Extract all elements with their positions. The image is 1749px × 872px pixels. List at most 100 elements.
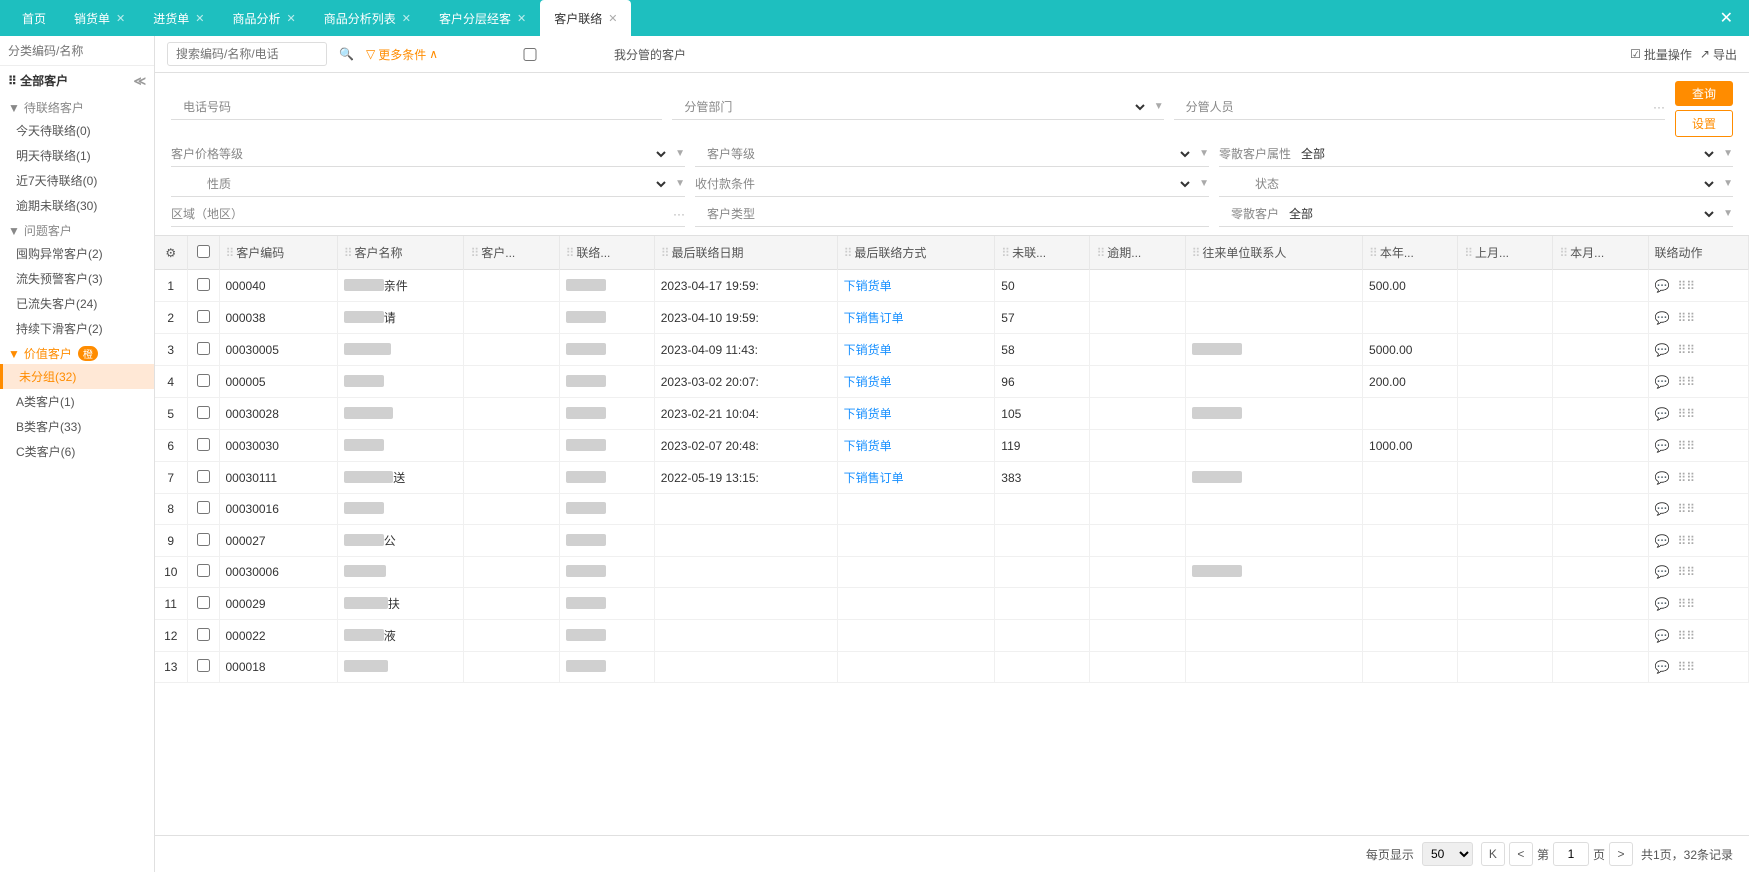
tab-purchase-close[interactable]: ✕ (195, 12, 204, 25)
row-checkbox[interactable] (187, 430, 219, 462)
message-icon[interactable]: 💬 (1655, 565, 1670, 579)
filter-dept-select[interactable] (738, 99, 1147, 115)
sidebar-item-declining[interactable]: 持续下滑客户(2) (0, 316, 154, 341)
message-icon[interactable]: 💬 (1655, 439, 1670, 453)
contact-type-link[interactable]: 下销货单 (844, 343, 892, 357)
more-icon[interactable]: ⠿⠿ (1677, 565, 1695, 579)
row-actions[interactable]: 💬 ⠿⠿ (1648, 525, 1748, 557)
tab-goods-analysis-close[interactable]: ✕ (287, 12, 296, 25)
row-actions[interactable]: 💬 ⠿⠿ (1648, 302, 1748, 334)
batch-action-btn[interactable]: ☑ 批量操作 (1630, 46, 1692, 63)
sidebar-item-ungroup[interactable]: 未分组(32) (0, 364, 154, 389)
query-button[interactable]: 查询 (1675, 81, 1733, 106)
row-checkbox[interactable] (187, 302, 219, 334)
row-actions[interactable]: 💬 ⠿⠿ (1648, 270, 1748, 302)
row-actions[interactable]: 💬 ⠿⠿ (1648, 462, 1748, 494)
filter-status-select[interactable] (1285, 176, 1717, 192)
sidebar-item-churned[interactable]: 已流失客户(24) (0, 291, 154, 316)
message-icon[interactable]: 💬 (1655, 597, 1670, 611)
close-window-btn[interactable]: ✕ (1712, 8, 1741, 28)
pending-contact-group[interactable]: ▼ 待联络客户 (0, 95, 154, 118)
contact-type-link[interactable]: 下销货单 (844, 407, 892, 421)
more-icon[interactable]: ⠿⠿ (1677, 439, 1695, 453)
col-resize-icon-ty[interactable]: ⠿ (1369, 246, 1378, 260)
col-resize-icon-tm[interactable]: ⠿ (1559, 246, 1568, 260)
row-checkbox[interactable] (187, 398, 219, 430)
contact-type-link[interactable]: 下销售订单 (844, 471, 904, 485)
page-btn-next[interactable]: > (1609, 842, 1633, 866)
row-checkbox[interactable] (187, 462, 219, 494)
contact-type-link[interactable]: 下销货单 (844, 439, 892, 453)
value-customers-group[interactable]: ▼ 价值客户 橙 (0, 341, 154, 364)
filter-nature-select[interactable] (237, 176, 669, 192)
tab-purchase[interactable]: 进货单 ✕ (139, 0, 218, 36)
search-icon[interactable]: 🔍 (339, 47, 354, 61)
more-icon[interactable]: ⠿⠿ (1677, 407, 1695, 421)
more-icon[interactable]: ⠿⠿ (1677, 471, 1695, 485)
tab-customer-segment[interactable]: 客户分层经客 ✕ (425, 0, 540, 36)
tab-customer-segment-close[interactable]: ✕ (517, 12, 526, 25)
filter-customer-type-input[interactable] (761, 207, 1209, 221)
col-resize-icon[interactable]: ⠿ (226, 246, 235, 260)
per-page-select[interactable]: 50 100 (1422, 842, 1473, 866)
more-filter-btn[interactable]: ▽ 更多条件 ∧ (366, 46, 438, 63)
sidebar-item-class-c[interactable]: C类客户(6) (0, 439, 154, 464)
reset-button[interactable]: 设置 (1675, 110, 1733, 137)
row-actions[interactable]: 💬 ⠿⠿ (1648, 366, 1748, 398)
more-icon[interactable]: ⠿⠿ (1677, 311, 1695, 325)
more-icon[interactable]: ⠿⠿ (1677, 597, 1695, 611)
collapse-icon[interactable]: ≪ (133, 74, 146, 88)
my-customers-checkbox[interactable] (450, 48, 610, 61)
message-icon[interactable]: 💬 (1655, 279, 1670, 293)
row-actions[interactable]: 💬 ⠿⠿ (1648, 588, 1748, 620)
row-checkbox[interactable] (187, 620, 219, 652)
row-checkbox[interactable] (187, 525, 219, 557)
sidebar-item-class-b[interactable]: B类客户(33) (0, 414, 154, 439)
row-checkbox[interactable] (187, 652, 219, 683)
more-icon[interactable]: ⠿⠿ (1677, 629, 1695, 643)
more-icon[interactable]: ⠿⠿ (1677, 375, 1695, 389)
message-icon[interactable]: 💬 (1655, 311, 1670, 325)
tab-sales[interactable]: 销货单 ✕ (60, 0, 139, 36)
contact-type-link[interactable]: 下销售订单 (844, 311, 904, 325)
sidebar-item-churn-warning[interactable]: 流失预警客户(3) (0, 266, 154, 291)
all-customers-header[interactable]: ⠿ 全部客户 ≪ (0, 66, 154, 95)
col-checkbox[interactable] (187, 236, 219, 270)
row-actions[interactable]: 💬 ⠿⠿ (1648, 620, 1748, 652)
col-resize-icon-type2[interactable]: ⠿ (844, 246, 853, 260)
sidebar-item-overdue-pending[interactable]: 逾期未联络(30) (0, 193, 154, 218)
row-actions[interactable]: 💬 ⠿⠿ (1648, 398, 1748, 430)
filter-zero-customer-select[interactable]: 全部 (1285, 206, 1717, 222)
message-icon[interactable]: 💬 (1655, 343, 1670, 357)
settings-icon[interactable]: ⚙ (165, 246, 176, 260)
message-icon[interactable]: 💬 (1655, 660, 1670, 674)
message-icon[interactable]: 💬 (1655, 375, 1670, 389)
filter-phone-input[interactable] (237, 100, 662, 114)
row-actions[interactable]: 💬 ⠿⠿ (1648, 557, 1748, 588)
row-checkbox[interactable] (187, 588, 219, 620)
filter-region-input[interactable] (249, 207, 667, 221)
contact-type-link[interactable]: 下销货单 (844, 279, 892, 293)
sidebar-item-hoarding[interactable]: 囤购异常客户(2) (0, 241, 154, 266)
more-icon[interactable]: ⠿⠿ (1677, 279, 1695, 293)
col-resize-icon-name[interactable]: ⠿ (344, 246, 353, 260)
tab-goods-analysis-list-close[interactable]: ✕ (402, 12, 411, 25)
col-resize-icon-nc[interactable]: ⠿ (1001, 246, 1010, 260)
my-customers-checkbox-label[interactable]: 我分管的客户 (450, 46, 686, 63)
col-settings[interactable]: ⚙ (155, 236, 187, 270)
sidebar-item-tomorrow-pending[interactable]: 明天待联络(1) (0, 143, 154, 168)
region-more-icon[interactable]: ··· (673, 207, 685, 221)
row-checkbox[interactable] (187, 366, 219, 398)
col-resize-icon-contact[interactable]: ⠿ (566, 246, 575, 260)
more-icon[interactable]: ⠿⠿ (1677, 502, 1695, 516)
problem-customers-group[interactable]: ▼ 问题客户 (0, 218, 154, 241)
export-btn[interactable]: ↗ 导出 (1700, 46, 1737, 63)
filter-manager-input[interactable] (1240, 100, 1647, 114)
sidebar-item-week-pending[interactable]: 近7天待联络(0) (0, 168, 154, 193)
contact-type-link[interactable]: 下销货单 (844, 375, 892, 389)
message-icon[interactable]: 💬 (1655, 471, 1670, 485)
filter-customer-level-select[interactable] (761, 146, 1193, 162)
row-checkbox[interactable] (187, 494, 219, 525)
page-input[interactable] (1553, 842, 1589, 866)
sidebar-item-class-a[interactable]: A类客户(1) (0, 389, 154, 414)
